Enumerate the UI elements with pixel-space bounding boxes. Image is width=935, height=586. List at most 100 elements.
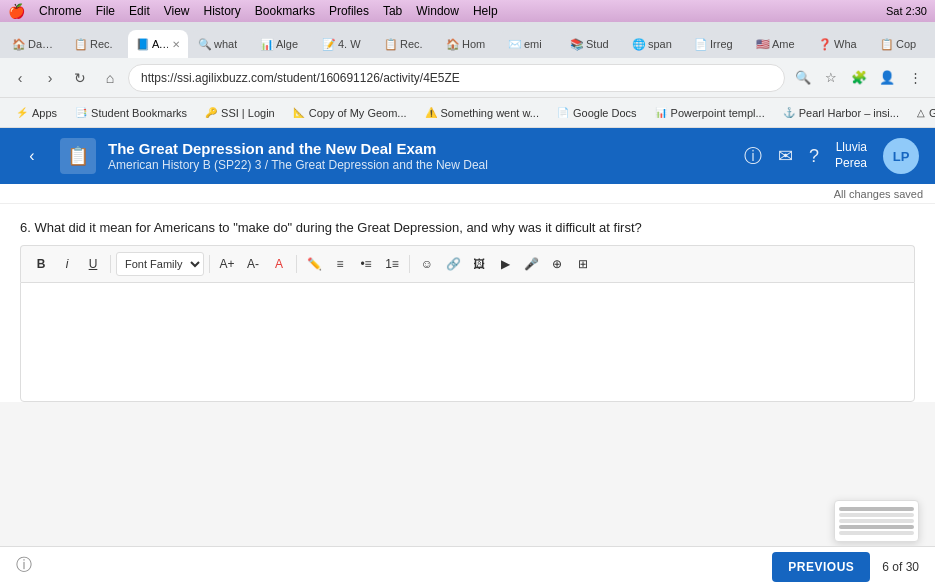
url-text: https://ssi.agilixbuzz.com/student/16069… xyxy=(141,71,460,85)
tabs-bar: 🏠 Dash! 📋 Rec. 📘 A × ✕ 🔍 what 📊 Alge 📝 4… xyxy=(0,22,935,58)
numbered-list-button[interactable]: 1≡ xyxy=(380,252,404,276)
more-button[interactable]: ⊕ xyxy=(545,252,569,276)
emoji-button[interactable]: ☺ xyxy=(415,252,439,276)
format-button[interactable]: ≡ xyxy=(328,252,352,276)
help-icon[interactable]: ? xyxy=(809,146,819,167)
editor-area[interactable] xyxy=(20,282,915,402)
audio-button[interactable]: 🎤 xyxy=(519,252,543,276)
font-family-select[interactable]: Font Family xyxy=(116,252,204,276)
star-icon[interactable]: ☆ xyxy=(819,66,843,90)
tab-what[interactable]: 🔍 what xyxy=(190,30,250,58)
exam-title: The Great Depression and the New Deal Ex… xyxy=(108,140,732,157)
video-button[interactable]: ▶ xyxy=(493,252,517,276)
changes-saved-text: All changes saved xyxy=(834,188,923,200)
menu-view[interactable]: View xyxy=(164,4,190,18)
tab-active[interactable]: 📘 A × ✕ xyxy=(128,30,188,58)
tab-emi[interactable]: ✉️ emi xyxy=(500,30,560,58)
menu-chrome[interactable]: Chrome xyxy=(39,4,82,18)
bookmark-went[interactable]: ⚠️Something went w... xyxy=(417,102,547,124)
reload-button[interactable]: ↻ xyxy=(68,66,92,90)
back-button[interactable]: ‹ xyxy=(8,66,32,90)
forward-button[interactable]: › xyxy=(38,66,62,90)
address-bar: ‹ › ↻ ⌂ https://ssi.agilixbuzz.com/stude… xyxy=(0,58,935,98)
question-text: 6. What did it mean for Americans to "ma… xyxy=(20,220,915,235)
toolbar-divider-1 xyxy=(110,255,111,273)
bookmark-gdocs[interactable]: 📄Google Docs xyxy=(549,102,645,124)
thumb-line-3 xyxy=(839,519,914,523)
bookmark-geom[interactable]: 📐Copy of My Geom... xyxy=(285,102,415,124)
editor-toolbar: B i U Font Family A+ A- A ✏️ ≡ •≡ 1≡ ☺ 🔗… xyxy=(20,245,915,282)
menubar-time: Sat 2:30 xyxy=(886,5,927,17)
header-text: The Great Depression and the New Deal Ex… xyxy=(108,140,732,172)
changes-saved-bar: All changes saved xyxy=(0,184,935,204)
tab-alge[interactable]: 📊 Alge xyxy=(252,30,312,58)
menu-history[interactable]: History xyxy=(204,4,241,18)
extensions-icon[interactable]: 🧩 xyxy=(847,66,871,90)
font-size-down-button[interactable]: A- xyxy=(241,252,265,276)
bullet-list-button[interactable]: •≡ xyxy=(354,252,378,276)
tab-hom[interactable]: 🏠 Hom xyxy=(438,30,498,58)
thumbnail-panel xyxy=(834,500,919,542)
highlight-button[interactable]: A xyxy=(267,252,291,276)
page-indicator: 6 of 30 xyxy=(882,560,919,574)
exam-subtitle: American History B (SP22) 3 / The Great … xyxy=(108,158,732,172)
bottom-info-icon[interactable]: ⓘ xyxy=(16,555,32,576)
info-icon[interactable]: ⓘ xyxy=(744,144,762,168)
user-name: LluviaPerea xyxy=(835,140,867,171)
thumb-line-5 xyxy=(839,531,914,535)
bookmark-ssi[interactable]: 🔑SSI | Login xyxy=(197,102,283,124)
bookmark-apps[interactable]: ⚡Apps xyxy=(8,102,65,124)
bookmarks-bar: ⚡Apps 📑Student Bookmarks 🔑SSI | Login 📐C… xyxy=(0,98,935,128)
home-button[interactable]: ⌂ xyxy=(98,66,122,90)
menu-profiles[interactable]: Profiles xyxy=(329,4,369,18)
thumb-line-4 xyxy=(839,525,914,529)
profile-icon[interactable]: 👤 xyxy=(875,66,899,90)
toolbar-divider-4 xyxy=(409,255,410,273)
app-header: ‹ 📋 The Great Depression and the New Dea… xyxy=(0,128,935,184)
image-button[interactable]: 🖼 xyxy=(467,252,491,276)
bold-button[interactable]: B xyxy=(29,252,53,276)
header-back-button[interactable]: ‹ xyxy=(16,140,48,172)
menu-help[interactable]: Help xyxy=(473,4,498,18)
thumb-line-1 xyxy=(839,507,914,511)
underline-button[interactable]: U xyxy=(81,252,105,276)
tab-cop[interactable]: 📋 Cop xyxy=(872,30,932,58)
tab-stud[interactable]: 📚 Stud xyxy=(562,30,622,58)
bookmark-student[interactable]: 📑Student Bookmarks xyxy=(67,102,195,124)
menu-bookmarks[interactable]: Bookmarks xyxy=(255,4,315,18)
menubar: 🍎 Chrome File Edit View History Bookmark… xyxy=(0,0,935,22)
apple-menu[interactable]: 🍎 xyxy=(8,3,25,19)
menu-window[interactable]: Window xyxy=(416,4,459,18)
table-button[interactable]: ⊞ xyxy=(571,252,595,276)
bottom-bar: PREVIOUS 6 of 30 xyxy=(0,546,935,586)
main-content: 6. What did it mean for Americans to "ma… xyxy=(0,204,935,402)
tab-ame[interactable]: 🇺🇸 Ame xyxy=(748,30,808,58)
menu-icon[interactable]: ⋮ xyxy=(903,66,927,90)
font-size-up-button[interactable]: A+ xyxy=(215,252,239,276)
thumb-line-2 xyxy=(839,513,914,517)
user-avatar[interactable]: LP xyxy=(883,138,919,174)
url-bar[interactable]: https://ssi.agilixbuzz.com/student/16069… xyxy=(128,64,785,92)
send-icon[interactable]: ✉ xyxy=(778,145,793,167)
toolbar-divider-3 xyxy=(296,255,297,273)
bookmark-pearl[interactable]: ⚓Pearl Harbor – insi... xyxy=(775,102,907,124)
tab-4w[interactable]: 📝 4. W xyxy=(314,30,374,58)
previous-button[interactable]: PREVIOUS xyxy=(772,552,870,582)
search-icon[interactable]: 🔍 xyxy=(791,66,815,90)
tab-wha[interactable]: ❓ Wha xyxy=(810,30,870,58)
bookmark-drive[interactable]: △Google Drive xyxy=(909,102,935,124)
toolbar-divider-2 xyxy=(209,255,210,273)
tab-irreg[interactable]: 📄 Irreg xyxy=(686,30,746,58)
menu-tab[interactable]: Tab xyxy=(383,4,402,18)
header-right: ⓘ ✉ ? LluviaPerea LP xyxy=(744,138,919,174)
tab-rec1[interactable]: 📋 Rec. xyxy=(66,30,126,58)
menu-edit[interactable]: Edit xyxy=(129,4,150,18)
link-button[interactable]: 🔗 xyxy=(441,252,465,276)
tab-span[interactable]: 🌐 span xyxy=(624,30,684,58)
italic-button[interactable]: i xyxy=(55,252,79,276)
paint-button[interactable]: ✏️ xyxy=(302,252,326,276)
tab-rec2[interactable]: 📋 Rec. xyxy=(376,30,436,58)
tab-dash[interactable]: 🏠 Dash! xyxy=(4,30,64,58)
menu-file[interactable]: File xyxy=(96,4,115,18)
bookmark-ppt[interactable]: 📊Powerpoint templ... xyxy=(647,102,773,124)
